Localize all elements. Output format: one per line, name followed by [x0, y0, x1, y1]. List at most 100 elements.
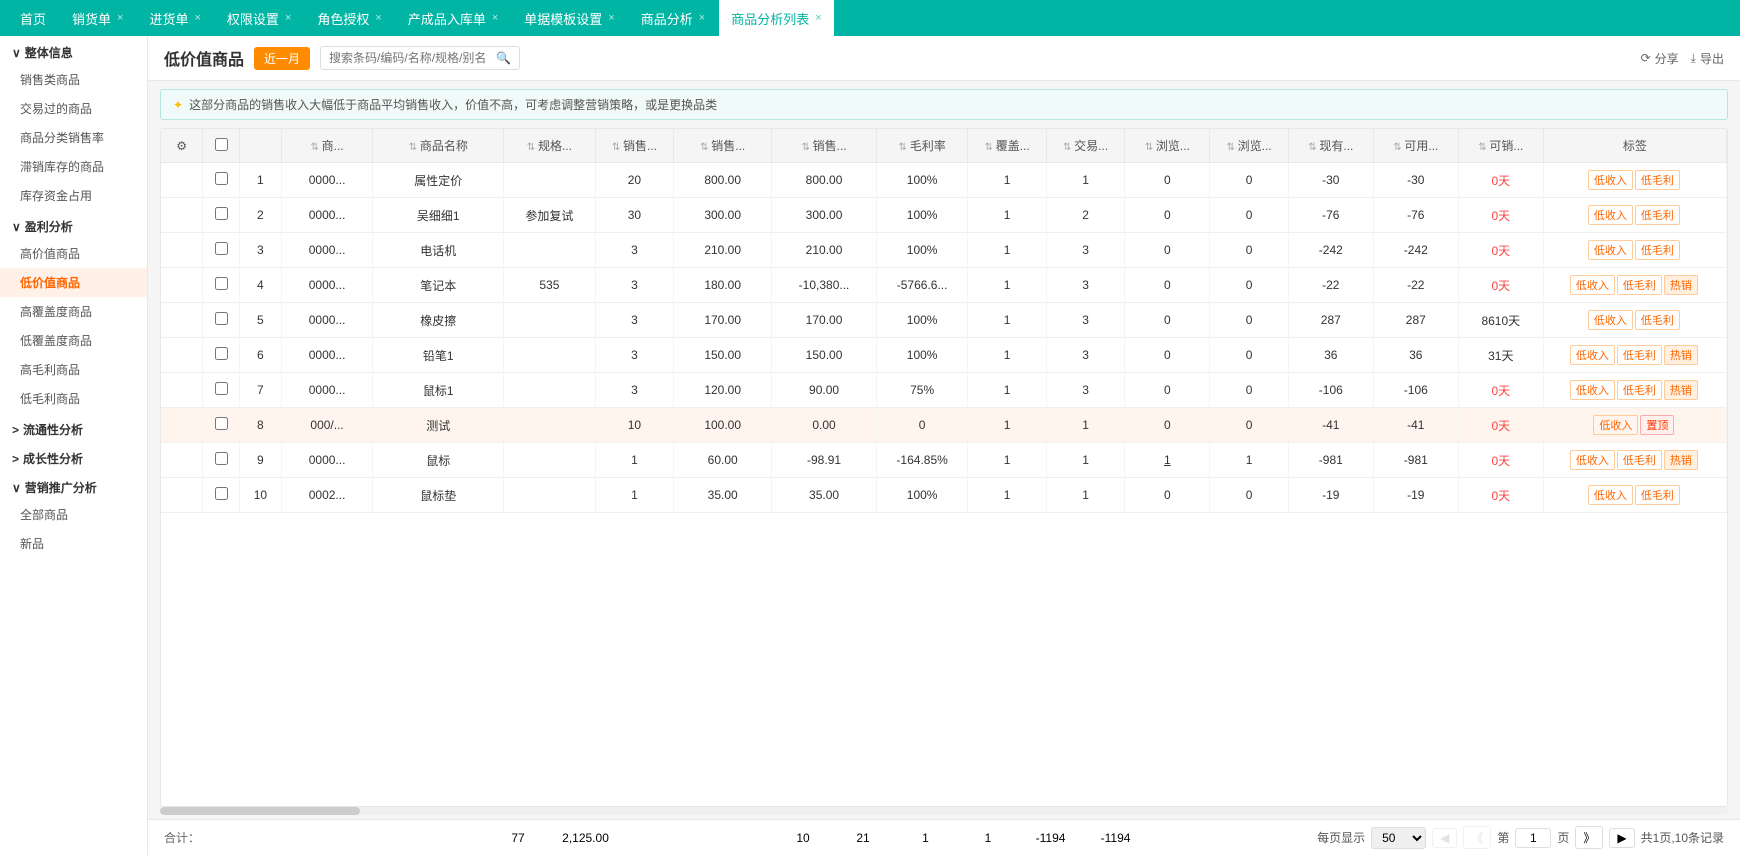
th-stock[interactable]: 现有... [1288, 129, 1373, 163]
td-checkbox[interactable] [203, 303, 240, 338]
td-checkbox[interactable] [203, 338, 240, 373]
nav-product-in-close[interactable]: × [492, 12, 498, 24]
browse-link[interactable]: 0 [1164, 488, 1171, 502]
td-checkbox[interactable] [203, 233, 240, 268]
td-browse1[interactable]: 0 [1125, 268, 1210, 303]
nav-role[interactable]: 角色授权 × [305, 0, 393, 36]
th-trade[interactable]: 交易... [1046, 129, 1124, 163]
sidebar-item-high-coverage[interactable]: 高覆盖度商品 [0, 297, 147, 326]
th-settings[interactable]: ⚙ [161, 129, 203, 163]
td-checkbox[interactable] [203, 268, 240, 303]
th-code[interactable]: 商... [281, 129, 373, 163]
sidebar-group-circulation[interactable]: > 流通性分析 [0, 413, 147, 442]
browse-link[interactable]: 0 [1164, 208, 1171, 222]
last-page-btn[interactable]: ▶ [1609, 828, 1634, 848]
td-browse1[interactable]: 1 [1125, 443, 1210, 478]
th-saleable[interactable]: 可销... [1458, 129, 1543, 163]
sidebar-group-marketing[interactable]: ∨ 营销推广分析 [0, 471, 147, 500]
td-browse1[interactable]: 0 [1125, 408, 1210, 443]
sidebar-group-overall[interactable]: ∨ 整体信息 [0, 36, 147, 65]
nav-goods-analysis-close[interactable]: × [699, 12, 705, 24]
search-icon[interactable]: 🔍 [496, 51, 511, 65]
row-checkbox[interactable] [215, 312, 228, 325]
td-checkbox[interactable] [203, 163, 240, 198]
row-checkbox[interactable] [215, 347, 228, 360]
td-checkbox[interactable] [203, 198, 240, 233]
browse-link[interactable]: 0 [1164, 313, 1171, 327]
next-page-btn[interactable]: 》 [1575, 826, 1603, 849]
th-spec[interactable]: 规格... [504, 129, 596, 163]
nav-purchase[interactable]: 进货单 × [137, 0, 212, 36]
sidebar-item-high-value[interactable]: 高价值商品 [0, 239, 147, 268]
nav-sales-close[interactable]: × [117, 12, 123, 24]
row-checkbox[interactable] [215, 417, 228, 430]
td-browse1[interactable]: 0 [1125, 303, 1210, 338]
td-browse1[interactable]: 0 [1125, 478, 1210, 513]
sidebar-item-traded[interactable]: 交易过的商品 [0, 94, 147, 123]
th-coverage[interactable]: 覆盖... [968, 129, 1046, 163]
th-margin[interactable]: 毛利率 [876, 129, 968, 163]
filter-button[interactable]: 近一月 [254, 47, 310, 70]
browse-link[interactable]: 1 [1164, 453, 1171, 467]
sidebar-item-all-goods[interactable]: 全部商品 [0, 500, 147, 529]
td-browse1[interactable]: 0 [1125, 233, 1210, 268]
sidebar-group-growth[interactable]: > 成长性分析 [0, 442, 147, 471]
scrollbar-thumb[interactable] [160, 807, 360, 815]
nav-auth-close[interactable]: × [285, 12, 291, 24]
th-checkbox[interactable] [203, 129, 240, 163]
table-wrapper[interactable]: ⚙ 商... 商品名称 规格... 销售... 销售... 销售... 毛利率 … [160, 128, 1728, 807]
th-browse2[interactable]: 浏览... [1210, 129, 1288, 163]
sidebar-item-new-goods[interactable]: 新品 [0, 529, 147, 558]
nav-product-in[interactable]: 产成品入库单 × [396, 0, 510, 36]
nav-goods-analysis[interactable]: 商品分析 × [629, 0, 717, 36]
browse-link[interactable]: 0 [1164, 173, 1171, 187]
nav-goods-list[interactable]: 商品分析列表 × [719, 0, 833, 36]
td-checkbox[interactable] [203, 408, 240, 443]
nav-template-close[interactable]: × [608, 12, 614, 24]
sidebar-item-low-coverage[interactable]: 低覆盖度商品 [0, 326, 147, 355]
th-name[interactable]: 商品名称 [373, 129, 504, 163]
nav-auth[interactable]: 权限设置 × [215, 0, 303, 36]
th-browse1[interactable]: 浏览... [1125, 129, 1210, 163]
sidebar-item-low-margin[interactable]: 低毛利商品 [0, 384, 147, 413]
sidebar-item-sales-goods[interactable]: 销售类商品 [0, 65, 147, 94]
search-input[interactable] [329, 51, 492, 65]
horizontal-scrollbar[interactable] [160, 807, 1728, 815]
row-checkbox[interactable] [215, 277, 228, 290]
prev-page-btn[interactable]: 《 [1463, 826, 1491, 849]
browse-link[interactable]: 0 [1164, 418, 1171, 432]
row-checkbox[interactable] [215, 382, 228, 395]
current-page-input[interactable] [1515, 828, 1551, 848]
th-sales3[interactable]: 销售... [772, 129, 877, 163]
browse-link[interactable]: 0 [1164, 278, 1171, 292]
first-page-btn[interactable]: ◀ [1432, 828, 1457, 848]
nav-template[interactable]: 单据模板设置 × [512, 0, 626, 36]
share-button[interactable]: ⟳ 分享 [1641, 50, 1679, 67]
row-checkbox[interactable] [215, 487, 228, 500]
row-checkbox[interactable] [215, 452, 228, 465]
nav-home[interactable]: 首页 [8, 0, 58, 36]
sidebar-item-low-value[interactable]: 低价值商品 [0, 268, 147, 297]
td-browse1[interactable]: 0 [1125, 198, 1210, 233]
browse-link[interactable]: 0 [1164, 383, 1171, 397]
th-sales2[interactable]: 销售... [674, 129, 772, 163]
per-page-select[interactable]: 50 100 200 [1371, 827, 1426, 849]
export-button[interactable]: ⤓ 导出 [1691, 50, 1724, 67]
nav-goods-list-close[interactable]: × [815, 12, 821, 24]
td-browse1[interactable]: 0 [1125, 163, 1210, 198]
td-checkbox[interactable] [203, 478, 240, 513]
nav-sales[interactable]: 销货单 × [60, 0, 135, 36]
select-all-checkbox[interactable] [215, 138, 228, 151]
th-sales1[interactable]: 销售... [595, 129, 673, 163]
sidebar-item-high-margin[interactable]: 高毛利商品 [0, 355, 147, 384]
td-checkbox[interactable] [203, 443, 240, 478]
nav-role-close[interactable]: × [375, 12, 381, 24]
sidebar-item-category-rate[interactable]: 商品分类销售率 [0, 123, 147, 152]
row-checkbox[interactable] [215, 242, 228, 255]
sidebar-item-capital[interactable]: 库存资金占用 [0, 181, 147, 210]
browse-link[interactable]: 0 [1164, 243, 1171, 257]
sidebar-group-profit[interactable]: ∨ 盈利分析 [0, 210, 147, 239]
browse-link[interactable]: 0 [1164, 348, 1171, 362]
row-checkbox[interactable] [215, 172, 228, 185]
sidebar-item-slow-stock[interactable]: 滞销库存的商品 [0, 152, 147, 181]
